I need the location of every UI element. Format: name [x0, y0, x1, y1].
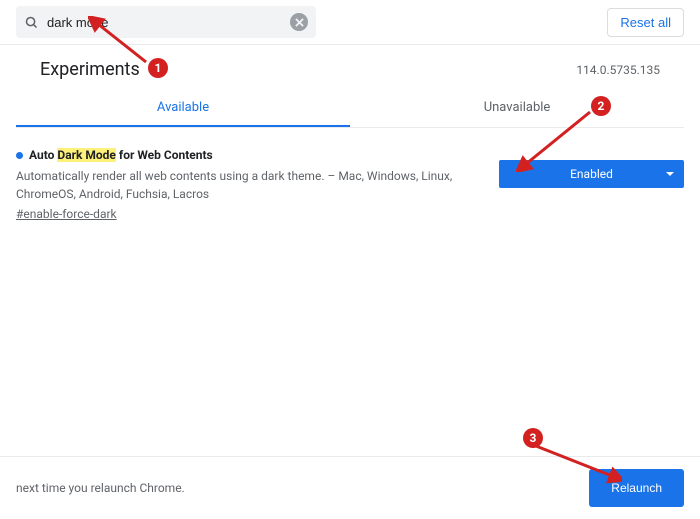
header-row: Experiments 114.0.5735.135: [0, 45, 700, 84]
flag-hash-link[interactable]: #enable-force-dark: [16, 205, 117, 223]
tabs: Available Unavailable: [16, 90, 684, 128]
flag-description: Automatically render all web contents us…: [16, 167, 467, 203]
flag-row: Auto Dark Mode for Web Contents Automati…: [16, 146, 684, 225]
content-area: Auto Dark Mode for Web Contents Automati…: [0, 128, 700, 225]
search-input[interactable]: [47, 15, 282, 30]
tab-available[interactable]: Available: [16, 90, 350, 127]
chevron-down-icon: [666, 172, 674, 176]
annotation-step-2: 2: [591, 96, 611, 116]
close-icon: [295, 18, 304, 27]
version-label: 114.0.5735.135: [576, 63, 660, 77]
footer-text: next time you relaunch Chrome.: [16, 481, 185, 495]
relaunch-button[interactable]: Relaunch: [589, 469, 684, 507]
search-icon: [24, 15, 39, 30]
tab-unavailable[interactable]: Unavailable: [350, 90, 684, 127]
flag-text: Auto Dark Mode for Web Contents Automati…: [16, 146, 467, 225]
annotation-step-3: 3: [523, 428, 543, 448]
annotation-step-1: 1: [148, 58, 168, 78]
reset-all-button[interactable]: Reset all: [607, 8, 684, 37]
flag-title-line: Auto Dark Mode for Web Contents: [16, 146, 467, 164]
flag-state-value: Enabled: [570, 167, 613, 181]
changed-flag-dot-icon: [16, 152, 23, 159]
search-box[interactable]: [16, 6, 316, 38]
flag-title-post: for Web Contents: [116, 148, 213, 162]
clear-search-button[interactable]: [290, 13, 308, 31]
flag-title: Auto Dark Mode for Web Contents: [29, 146, 213, 164]
footer-bar: next time you relaunch Chrome. Relaunch: [0, 456, 700, 519]
flag-state-dropdown[interactable]: Enabled: [499, 160, 684, 188]
flag-title-highlight: Dark Mode: [57, 148, 116, 162]
flag-dropdown-wrap: Enabled: [499, 146, 684, 188]
flag-title-pre: Auto: [29, 148, 57, 162]
page-title: Experiments: [40, 59, 140, 80]
top-bar: Reset all: [0, 0, 700, 45]
